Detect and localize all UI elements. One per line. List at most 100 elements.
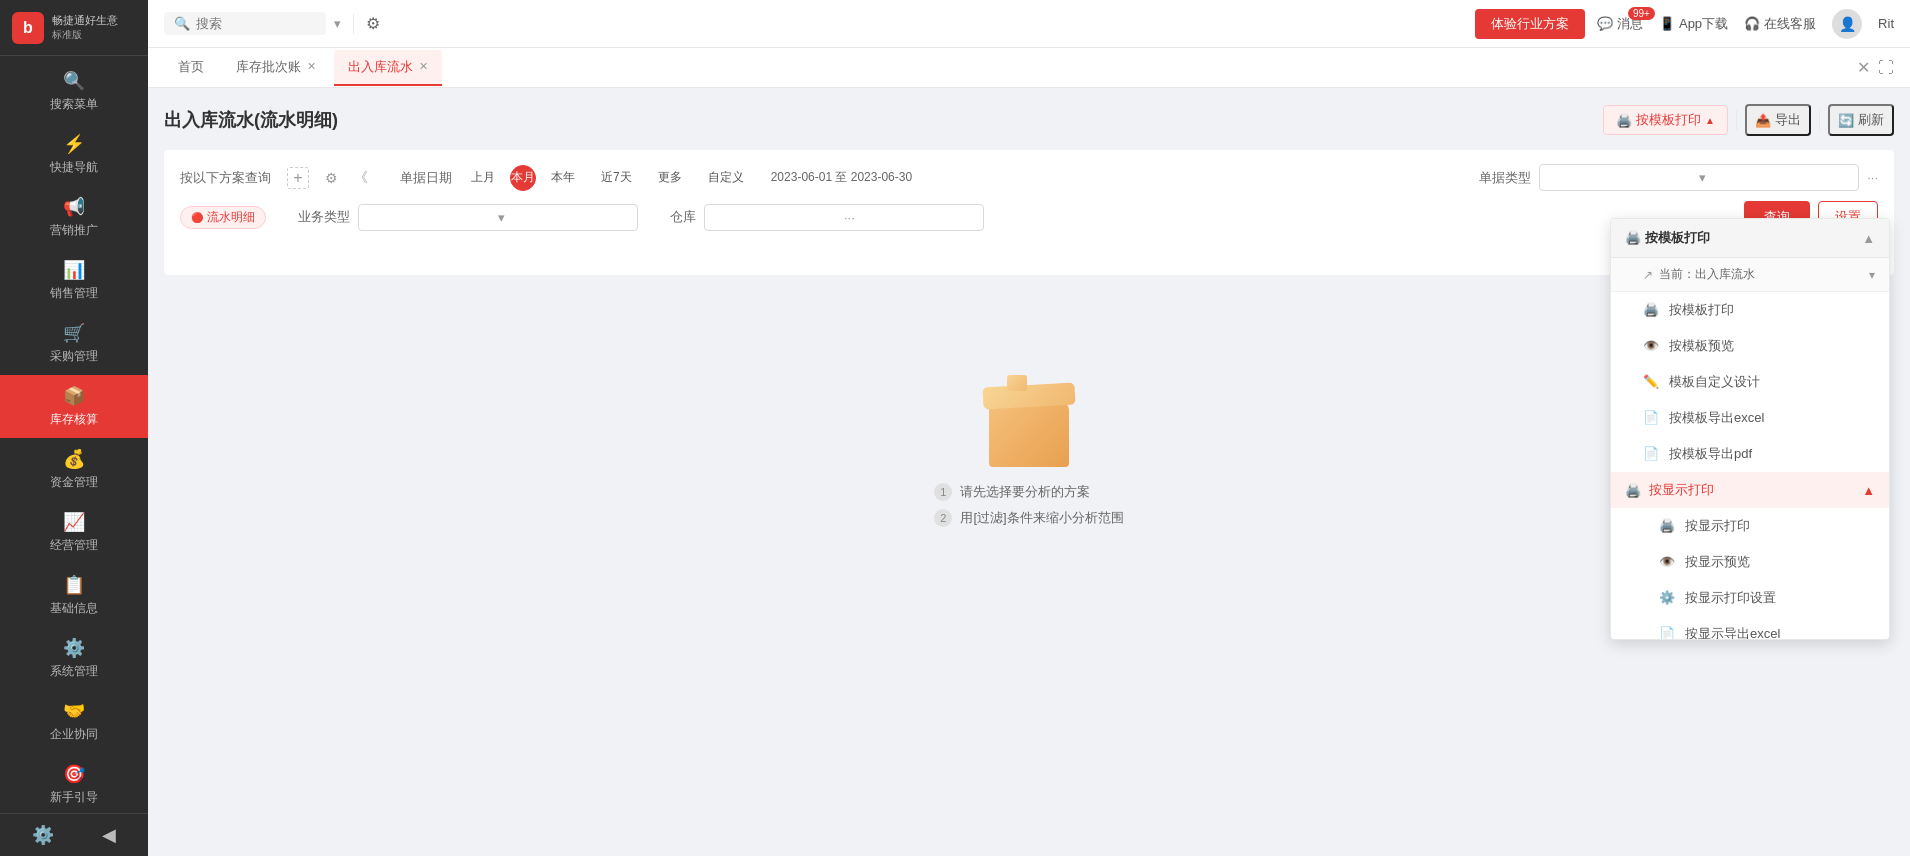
add-filter-btn[interactable]: + [287,167,309,189]
sidebar: b 畅捷通好生意 标准版 🔍 搜索菜单 ⚡ 快捷导航 📢 营销推广 📊 销售管理 [0,0,148,856]
filter-row-1: 按以下方案查询 + ⚙ 《 单据日期 上月 本月 本年 近7天 更多 自定义 [180,164,1878,191]
sidebar-item-inventory[interactable]: 📦 库存核算 [0,375,148,438]
close-window-icon[interactable]: ✕ [1857,58,1870,77]
display-section-icon: 🖨️ [1625,483,1641,498]
business-type-arrow-icon: ▾ [498,210,627,225]
display-section-header[interactable]: 🖨️ 按显示打印 ▲ [1611,472,1889,508]
filter-collapse-icon[interactable]: 《 [354,169,368,187]
notification-badge: 99+ [1628,7,1655,20]
btn-separator-2 [1819,110,1820,130]
display-print-item[interactable]: 🖨️ 按显示打印 [1611,508,1889,544]
display-settings-icon: ⚙️ [1659,590,1675,606]
sidebar-item-system[interactable]: ⚙️ 系统管理 [0,627,148,690]
notifications-btn[interactable]: 💬 消息 99+ [1597,15,1643,33]
date-custom-btn[interactable]: 自定义 [697,165,755,190]
sales-icon: 📊 [63,259,85,281]
dropdown-arrow-icon[interactable]: ▾ [334,16,341,31]
topbar-search-box[interactable]: 🔍 [164,12,326,35]
bill-type-more-icon[interactable]: ··· [1867,170,1878,185]
template-pdf-icon: 📄 [1643,446,1659,462]
empty-step-1: 1 请先选择要分析的方案 [934,483,1123,501]
filter-title: 按以下方案查询 [180,169,271,187]
marketing-icon: 📢 [63,196,85,218]
sidebar-item-basics[interactable]: 📋 基础信息 [0,564,148,627]
app-download-btn[interactable]: 📱 App下载 [1659,15,1728,33]
page-header: 出入库流水(流水明细) 🖨️ 按模板打印 ▲ 📤 导出 🔄 [164,104,1894,136]
tab-home[interactable]: 首页 [164,50,218,86]
display-section-arrow-icon: ▲ [1862,483,1875,498]
window-controls: ✕ ⛶ [1857,58,1894,77]
sidebar-item-marketing[interactable]: 📢 营销推广 [0,186,148,249]
display-print-settings-item[interactable]: ⚙️ 按显示打印设置 [1611,580,1889,616]
sidebar-item-search[interactable]: 🔍 搜索菜单 [0,60,148,123]
app-name: 畅捷通好生意 [52,13,118,28]
purchase-icon: 🛒 [63,322,85,344]
date-current-year-btn[interactable]: 本年 [540,165,586,190]
topbar-right: 💬 消息 99+ 📱 App下载 🎧 在线客服 👤 Rit [1597,9,1894,39]
refresh-btn[interactable]: 🔄 刷新 [1828,104,1894,136]
print-template-btn[interactable]: 🖨️ 按模板打印 ▲ [1603,105,1728,135]
date-filter-group: 上月 本月 本年 近7天 更多 自定义 [460,165,755,191]
sidebar-item-sales[interactable]: 📊 销售管理 [0,249,148,312]
tab-batch-account[interactable]: 库存批次账 ✕ [222,50,330,86]
trial-btn[interactable]: 体验行业方案 [1475,9,1585,39]
search-input[interactable] [196,16,316,31]
empty-illustration [969,367,1089,467]
gear-icon[interactable]: ⚙ [366,14,380,33]
current-arrow-icon: ▾ [1869,268,1875,282]
avatar[interactable]: 👤 [1832,9,1862,39]
sidebar-item-operations[interactable]: 📈 经营管理 [0,501,148,564]
inventory-icon: 📦 [63,385,85,407]
expand-window-icon[interactable]: ⛶ [1878,59,1894,77]
sidebar-item-quick-nav[interactable]: ⚡ 快捷导航 [0,123,148,186]
template-export-excel-item[interactable]: 📄 按模板导出excel [1611,400,1889,436]
date-7days-btn[interactable]: 近7天 [590,165,643,190]
quick-nav-icon: ⚡ [63,133,85,155]
online-service-btn[interactable]: 🎧 在线客服 [1744,15,1816,33]
template-custom-item[interactable]: ✏️ 模板自定义设计 [1611,364,1889,400]
bill-type-select[interactable]: ▾ [1539,164,1859,191]
tab-inout-flow[interactable]: 出入库流水 ✕ [334,50,442,86]
dropdown-collapse-icon[interactable]: ▲ [1862,231,1875,246]
export-btn[interactable]: 📤 导出 [1745,104,1811,136]
settings-bottom-icon[interactable]: ⚙️ [32,824,54,846]
username: Rit [1878,16,1894,31]
warehouse-more-icon[interactable]: ··· [844,210,973,225]
business-type-select[interactable]: ▾ [358,204,638,231]
export-icon: 📤 [1755,113,1771,128]
sidebar-item-finance[interactable]: 💰 资金管理 [0,438,148,501]
service-icon: 🎧 [1744,16,1760,31]
sidebar-item-purchase[interactable]: 🛒 采购管理 [0,312,148,375]
date-prev-month-btn[interactable]: 上月 [460,165,506,190]
collapse-sidebar-icon[interactable]: ◀ [102,824,116,846]
print-dropdown: 🖨️ 按模板打印 ▲ ↗ 当前：出入库流水 ▾ 🖨️ 按模板打 [1610,218,1890,640]
current-indicator-icon: ↗ [1643,268,1653,282]
filter-settings-icon[interactable]: ⚙ [325,170,338,186]
btn-separator-1 [1736,110,1737,130]
template-export-pdf-item[interactable]: 📄 按模板导出pdf [1611,436,1889,472]
display-print-icon: 🖨️ [1659,518,1675,534]
sidebar-item-collab[interactable]: 🤝 企业协同 [0,690,148,753]
tab-close-batch-account[interactable]: ✕ [307,60,316,73]
app-logo: b 畅捷通好生意 标准版 [0,0,148,56]
search-topbar-icon: 🔍 [174,16,190,31]
display-export-excel-item[interactable]: 📄 按显示导出excel [1611,616,1889,639]
tab-close-inout-flow[interactable]: ✕ [419,60,428,73]
bill-type-arrow-icon: ▾ [1699,170,1848,185]
date-more-btn[interactable]: 更多 [647,165,693,190]
page-content: 出入库流水(流水明细) 🖨️ 按模板打印 ▲ 📤 导出 🔄 [148,88,1910,856]
dropdown-current: ↗ 当前：出入库流水 ▾ [1611,258,1889,292]
message-icon: 💬 [1597,16,1613,31]
sidebar-nav: 🔍 搜索菜单 ⚡ 快捷导航 📢 营销推广 📊 销售管理 🛒 采购管理 📦 [0,56,148,813]
page-title: 出入库流水(流水明细) [164,108,338,132]
template-preview-item[interactable]: 👁️ 按模板预览 [1611,328,1889,364]
empty-step-2: 2 用[过滤]条件来缩小分析范围 [934,509,1123,527]
date-current-month-btn[interactable]: 本月 [510,165,536,191]
operations-icon: 📈 [63,511,85,533]
guide-icon: 🎯 [63,763,85,785]
warehouse-select[interactable]: ··· [704,204,984,231]
template-print-item[interactable]: 🖨️ 按模板打印 [1611,292,1889,328]
display-excel-icon: 📄 [1659,626,1675,639]
sidebar-item-guide[interactable]: 🎯 新手引导 [0,753,148,813]
display-preview-item[interactable]: 👁️ 按显示预览 [1611,544,1889,580]
